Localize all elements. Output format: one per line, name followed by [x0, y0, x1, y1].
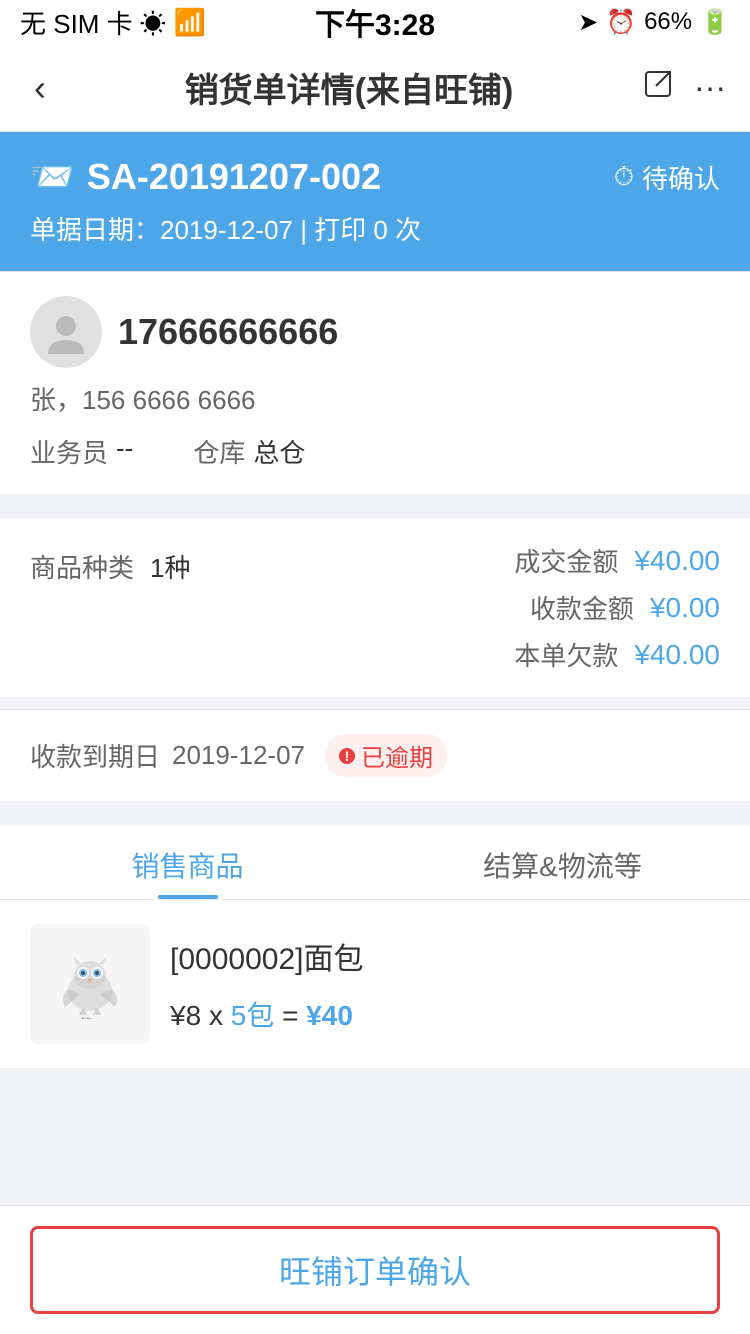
owed-amount-value: ¥40.00 — [634, 639, 720, 671]
tab-products-underline — [158, 895, 218, 899]
summary-section: 商品种类 1种 成交金额 ¥40.00 收款金额 ¥0.00 本单欠款 ¥40.… — [0, 518, 750, 697]
customer-name: 张，156 6666 6666 — [30, 380, 720, 417]
order-status-text: 待确认 — [642, 159, 720, 196]
amount-row-received: 收款金额 ¥0.00 — [530, 589, 720, 626]
status-bar: 无 SIM 卡 ☀ 📶 下午3:28 ➤ ⏰ 66% 🔋 — [0, 0, 750, 44]
tabs-bar: 销售商品 结算&物流等 — [0, 825, 750, 900]
warehouse-item: 仓库 总仓 — [193, 433, 305, 470]
overdue-icon: ! — [339, 748, 355, 764]
customer-meta: 业务员 -- 仓库 总仓 — [30, 433, 720, 470]
product-unit-price: ¥8 — [170, 1000, 201, 1031]
overdue-text: 已逾期 — [361, 738, 433, 773]
order-status: ⏱ 待确认 — [614, 159, 720, 196]
tab-products[interactable]: 销售商品 — [0, 825, 375, 899]
warehouse-value: 总仓 — [253, 433, 305, 470]
product-price-formula: ¥8 x 5包 = ¥40 — [170, 994, 720, 1034]
tab-settlement-label: 结算&物流等 — [483, 845, 642, 885]
salesperson-item: 业务员 -- — [30, 433, 133, 470]
page-title: 销货单详情(来自旺铺) — [185, 63, 514, 112]
product-item: 管+ [0000002]面包 ¥8 x 5包 = ¥40 — [0, 900, 750, 1068]
product-image: 管+ — [30, 924, 150, 1044]
received-amount-value: ¥0.00 — [650, 592, 720, 624]
salesperson-value: -- — [116, 433, 133, 470]
due-date-label: 收款到期日 — [30, 737, 160, 774]
salesperson-label: 业务员 — [30, 433, 108, 470]
nav-bar: ‹ 销货单详情(来自旺铺) ··· — [0, 44, 750, 132]
owed-amount-label: 本单欠款 — [514, 636, 618, 673]
product-code: [0000002] — [170, 943, 303, 976]
sim-status: 无 SIM 卡 ☀ — [20, 4, 166, 41]
order-id: 📨 SA-20191207-002 — [30, 156, 381, 198]
product-total: ¥40 — [306, 1000, 353, 1031]
customer-section: 17666666666 张，156 6666 6666 业务员 -- 仓库 总仓 — [0, 272, 750, 494]
product-quantity: 5包 — [231, 1000, 275, 1031]
nav-actions: ··· — [642, 68, 726, 108]
status-time: 下午3:28 — [315, 0, 435, 44]
order-header-top: 📨 SA-20191207-002 ⏱ 待确认 — [30, 156, 720, 198]
equals-sign: = — [282, 1000, 306, 1031]
order-envelope-icon: 📨 — [30, 156, 75, 198]
order-id-text: SA-20191207-002 — [87, 156, 381, 198]
due-date-value: 2019-12-07 — [172, 740, 305, 771]
wifi-icon: 📶 — [174, 7, 206, 38]
share-icon[interactable] — [642, 68, 674, 108]
customer-top: 17666666666 — [30, 296, 720, 368]
order-header: 📨 SA-20191207-002 ⏱ 待确认 单据日期：2019-12-07 … — [0, 132, 750, 271]
overdue-badge: ! 已逾期 — [325, 734, 447, 777]
summary-left: 商品种类 1种 — [30, 542, 190, 585]
amount-row-deal: 成交金额 ¥40.00 — [514, 542, 720, 579]
status-left: 无 SIM 卡 ☀ 📶 — [20, 4, 206, 41]
received-amount-label: 收款金额 — [530, 589, 634, 626]
back-button[interactable]: ‹ — [24, 57, 56, 119]
more-icon[interactable]: ··· — [694, 69, 726, 106]
battery-level: 66% — [644, 8, 692, 36]
summary-right: 成交金额 ¥40.00 收款金额 ¥0.00 本单欠款 ¥40.00 — [514, 542, 720, 673]
due-date-section: 收款到期日 2019-12-07 ! 已逾期 — [0, 710, 750, 801]
tab-products-label: 销售商品 — [131, 845, 243, 885]
amount-row-owed: 本单欠款 ¥40.00 — [514, 636, 720, 673]
warehouse-label: 仓库 — [193, 433, 245, 470]
product-type-value: 1种 — [150, 548, 190, 585]
product-info: [0000002]面包 ¥8 x 5包 = ¥40 — [170, 934, 720, 1034]
product-display-name: 面包 — [303, 943, 363, 976]
svg-text:管+: 管+ — [80, 1015, 99, 1019]
product-type-label: 商品种类 — [30, 548, 134, 585]
deal-amount-label: 成交金额 — [514, 542, 618, 579]
battery-icon: 🔋 — [700, 8, 730, 37]
deal-amount-value: ¥40.00 — [634, 545, 720, 577]
multiply-sign: x — [209, 1000, 231, 1031]
product-name: [0000002]面包 — [170, 934, 720, 978]
customer-avatar — [30, 296, 102, 368]
clock-icon: ⏱ — [614, 161, 634, 193]
confirm-order-button[interactable]: 旺铺订单确认 — [30, 1226, 720, 1314]
order-date: 单据日期：2019-12-07 | 打印 0 次 — [30, 210, 720, 247]
customer-phone: 17666666666 — [118, 311, 338, 353]
tabs-section: 销售商品 结算&物流等 — [0, 825, 750, 1068]
tab-settlement[interactable]: 结算&物流等 — [375, 825, 750, 899]
alarm-icon: ⏰ — [606, 8, 636, 37]
status-right: ➤ ⏰ 66% 🔋 — [578, 8, 730, 37]
bottom-bar: 旺铺订单确认 — [0, 1205, 750, 1334]
location-icon: ➤ — [578, 8, 598, 37]
